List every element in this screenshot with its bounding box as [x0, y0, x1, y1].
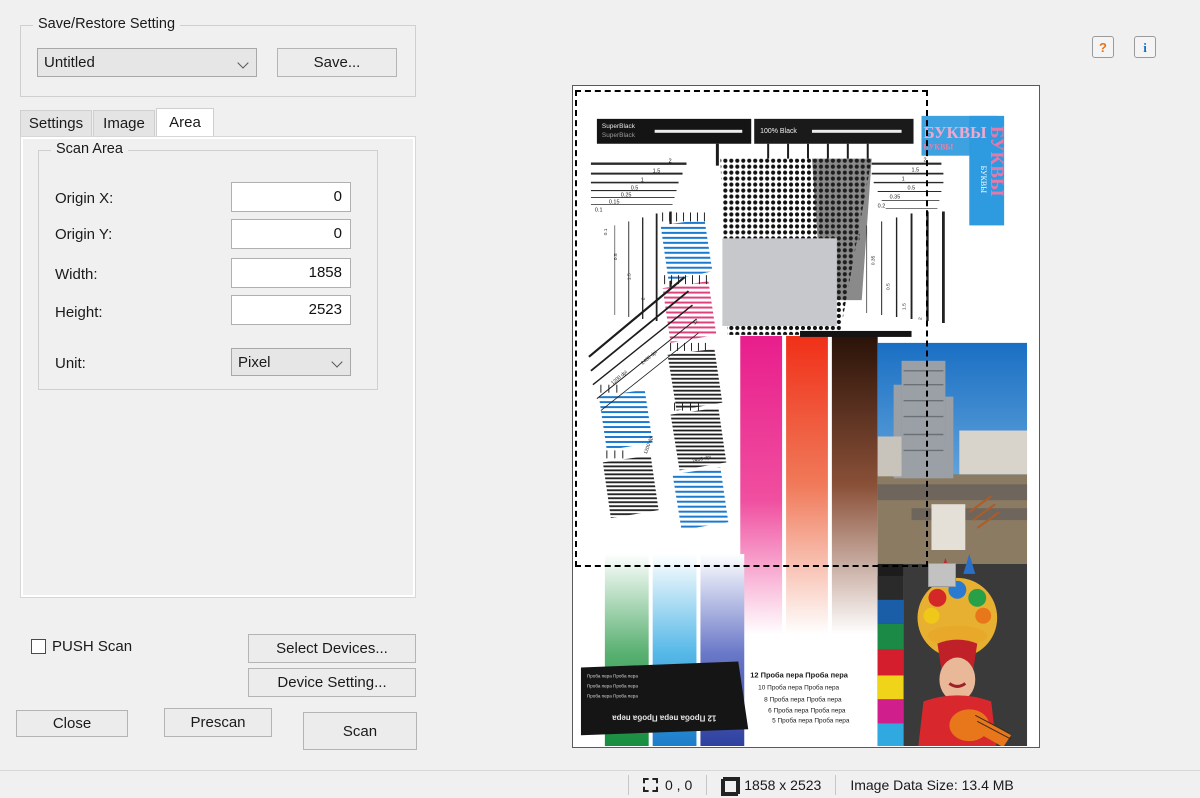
select-devices-button[interactable]: Select Devices...	[248, 634, 416, 663]
svg-text:0.1: 0.1	[603, 228, 609, 235]
svg-text:2: 2	[917, 317, 923, 320]
svg-text:SuperBlack: SuperBlack	[602, 132, 636, 139]
origin-y-input[interactable]: 0	[231, 219, 351, 249]
preview-image[interactable]: SuperBlack SuperBlack 100% Black БУКВЫ Б…	[573, 86, 1039, 747]
status-bar: 0 , 0 1858 x 2523 Image Data Size: 13.4 …	[0, 770, 1200, 798]
svg-text:0.25: 0.25	[621, 193, 632, 199]
prescan-button[interactable]: Prescan	[164, 708, 272, 737]
svg-text:1.5: 1.5	[902, 303, 908, 310]
height-input[interactable]: 2523	[231, 295, 351, 325]
preview-panel[interactable]: SuperBlack SuperBlack 100% Black БУКВЫ Б…	[572, 85, 1040, 748]
status-dimension-text: 1858 x 2523	[744, 776, 822, 793]
save-restore-group-title: Save/Restore Setting	[33, 16, 181, 32]
unit-label: Unit:	[55, 355, 86, 372]
status-datasize-text: Image Data Size: 13.4 MB	[850, 776, 1014, 793]
svg-text:1: 1	[902, 177, 905, 183]
svg-text:0.35: 0.35	[890, 195, 901, 201]
selection-icon	[643, 777, 658, 792]
svg-text:Проба пера Проба пера: Проба пера Проба пера	[587, 693, 638, 698]
scanner-dialog: ? i Save/Restore Setting Untitled Save..…	[0, 0, 1200, 798]
svg-text:Проба пера Проба пера: Проба пера Проба пера	[587, 683, 638, 688]
tab-image[interactable]: Image	[93, 110, 155, 136]
unit-combo[interactable]: Pixel	[231, 348, 351, 376]
svg-text:2: 2	[641, 297, 647, 300]
svg-text:0.1: 0.1	[595, 207, 603, 213]
selection-handle[interactable]	[928, 563, 956, 587]
origin-y-label: Origin Y:	[55, 226, 113, 243]
help-icon[interactable]: ?	[1092, 36, 1114, 58]
svg-text:1.5: 1.5	[912, 168, 920, 174]
svg-text:0.35: 0.35	[871, 255, 877, 265]
svg-text:0.15: 0.15	[609, 199, 620, 205]
push-scan-checkbox[interactable]	[31, 639, 46, 654]
close-button[interactable]: Close	[16, 710, 128, 737]
svg-text:6 Проба пера Проба пера: 6 Проба пера Проба пера	[768, 706, 846, 714]
svg-text:БУКВЫ: БУКВЫ	[923, 123, 987, 142]
svg-text:SuperBlack: SuperBlack	[602, 123, 636, 130]
status-datasize: Image Data Size: 13.4 MB	[836, 771, 1027, 798]
svg-text:0.5: 0.5	[908, 186, 916, 192]
svg-text:1.5: 1.5	[627, 273, 633, 280]
svg-text:1.5: 1.5	[653, 169, 661, 175]
push-scan-checkbox-row[interactable]: PUSH Scan	[31, 638, 132, 655]
svg-text:12 Проба пера Проба пера: 12 Проба пера Проба пера	[750, 670, 849, 679]
svg-text:100% Black: 100% Black	[760, 128, 797, 135]
setting-preset-value: Untitled	[44, 54, 95, 71]
info-icon[interactable]: i	[1134, 36, 1156, 58]
svg-text:БУКВЫ: БУКВЫ	[979, 166, 988, 194]
origin-x-input[interactable]: 0	[231, 182, 351, 212]
svg-text:2: 2	[669, 159, 672, 165]
status-dimension: 1858 x 2523	[707, 771, 835, 798]
svg-text:БУКВЫ: БУКВЫ	[986, 126, 1007, 197]
tab-settings[interactable]: Settings	[20, 110, 92, 136]
tab-area[interactable]: Area	[156, 108, 214, 136]
crop-frame-icon	[721, 777, 741, 796]
status-origin: 0 , 0	[629, 771, 706, 798]
origin-x-label: Origin X:	[55, 190, 114, 207]
height-label: Height:	[55, 304, 103, 321]
width-label: Width:	[55, 266, 98, 283]
chevron-down-icon	[332, 356, 344, 368]
scan-button[interactable]: Scan	[303, 712, 417, 750]
unit-value: Pixel	[238, 353, 271, 371]
scan-area-group-title: Scan Area	[51, 141, 128, 157]
svg-text:12 Проба пера Проба пера: 12 Проба пера Проба пера	[612, 713, 717, 722]
svg-text:БУКВЫ: БУКВЫ	[923, 143, 953, 152]
svg-text:0.5: 0.5	[886, 283, 892, 290]
setting-preset-combo[interactable]: Untitled	[37, 48, 257, 77]
svg-text:0.2: 0.2	[878, 203, 886, 209]
width-input[interactable]: 1858	[231, 258, 351, 288]
svg-text:8 Проба пера Проба пера: 8 Проба пера Проба пера	[764, 695, 842, 703]
svg-text:Проба пера Проба пера: Проба пера Проба пера	[587, 673, 638, 678]
push-scan-label: PUSH Scan	[52, 638, 133, 655]
svg-text:2: 2	[923, 158, 926, 164]
tab-strip: Settings Image Area	[20, 108, 416, 136]
device-setting-button[interactable]: Device Setting...	[248, 668, 416, 697]
status-origin-text: 0 , 0	[665, 776, 693, 793]
svg-text:10 Проба пера Проба пера: 10 Проба пера Проба пера	[758, 683, 839, 691]
svg-text:5 Проба пера Проба пера: 5 Проба пера Проба пера	[772, 716, 850, 724]
save-button[interactable]: Save...	[277, 48, 397, 77]
chevron-down-icon	[238, 57, 250, 69]
svg-text:1: 1	[641, 178, 644, 184]
svg-text:0.5: 0.5	[613, 253, 619, 260]
svg-text:0.5: 0.5	[631, 186, 639, 192]
